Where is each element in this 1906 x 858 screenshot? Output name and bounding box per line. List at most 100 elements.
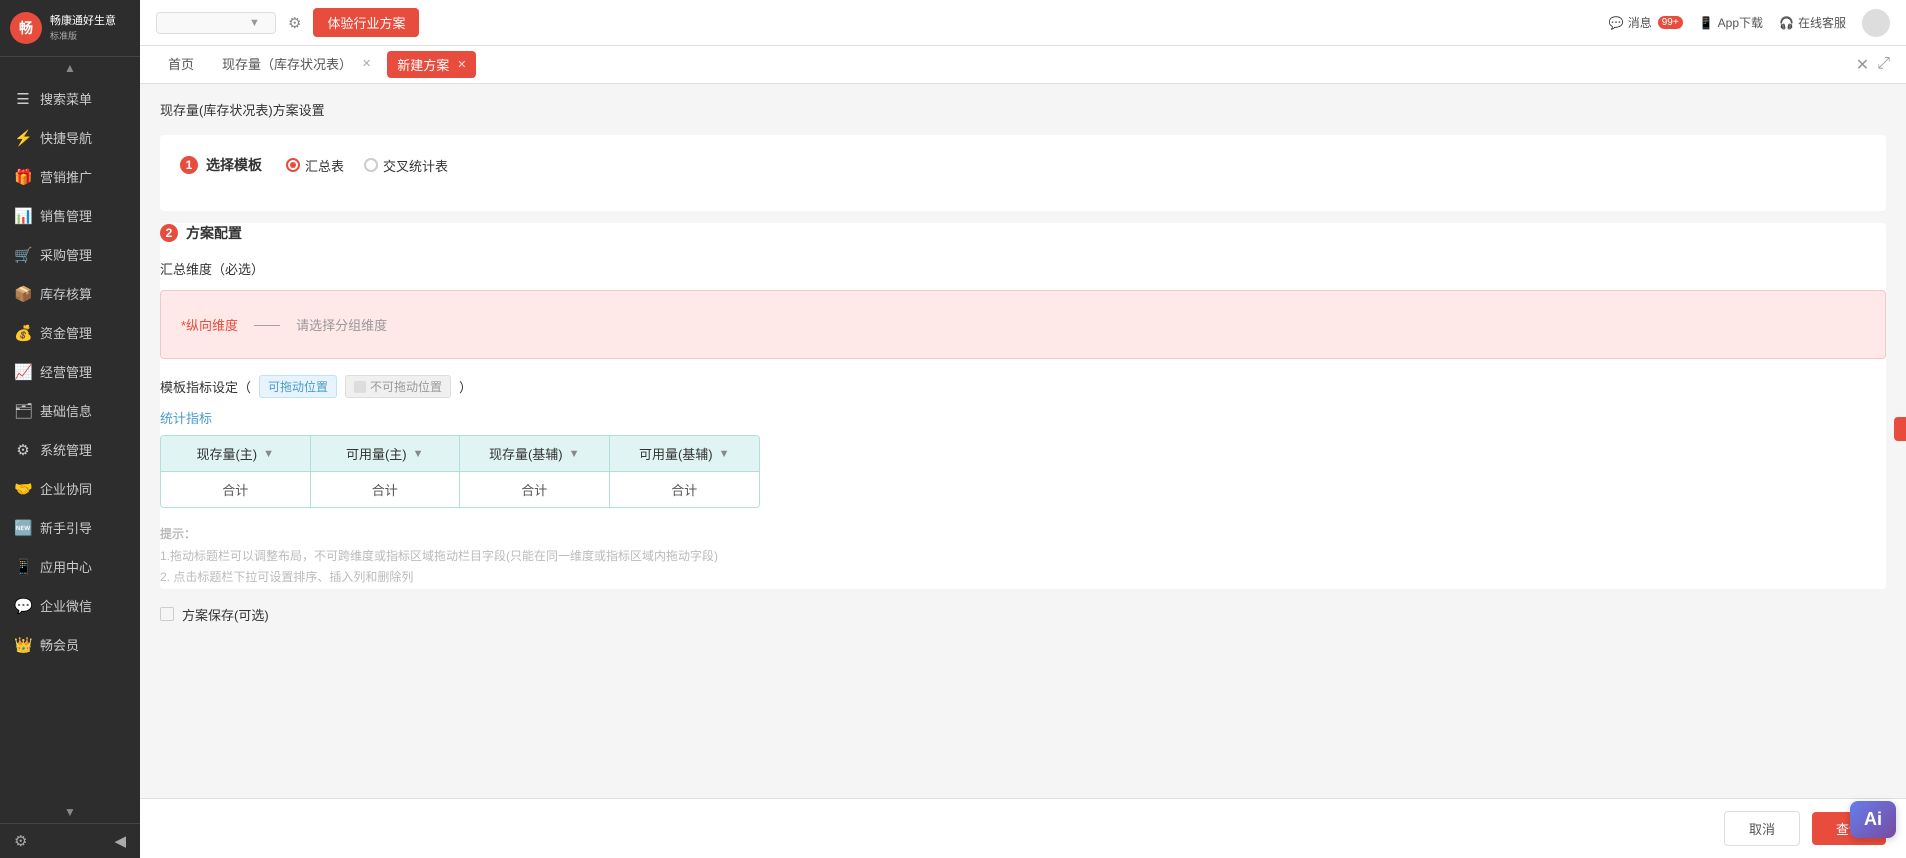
tab-inventory[interactable]: 现存量（库存状况表） ✕ [210,48,383,81]
section2-header: 2 方案配置 [160,223,1886,243]
tips-area: 提示： 1.拖动标题栏可以调整布局，不可跨维度或指标区域拖动栏目字段(只能在同一… [160,524,1886,589]
sidebar-item-appstore[interactable]: 📱 应用中心 [0,547,140,586]
collapse-icon[interactable]: ◀ [114,832,126,850]
save-area: 方案保存(可选) [160,605,1886,624]
app-edition: 标准版 [50,29,116,42]
sidebar-item-finance[interactable]: 💰 资金管理 [0,313,140,352]
sidebar-item-label: 资金管理 [40,323,92,342]
sidebar-item-collab[interactable]: 🤝 企业协同 [0,469,140,508]
sidebar-item-search[interactable]: ☰ 搜索菜单 [0,79,140,118]
sidebar-item-basic[interactable]: 🗂 基础信息 [0,391,140,430]
header-label-2: 现存量(基辅) [489,444,563,463]
sidebar-item-member[interactable]: 👑 畅会员 [0,625,140,664]
sidebar-item-label: 快捷导航 [40,128,92,147]
message-item[interactable]: 💬 消息 99+ [1609,14,1683,31]
sidebar-item-label: 应用中心 [40,557,92,576]
gear-icon[interactable]: ⚙ [288,14,301,32]
header-dropdown-2[interactable]: ▼ [569,448,580,460]
tab-home-label: 首页 [168,54,194,73]
tab-new-plan[interactable]: 新建方案 ✕ [387,51,476,78]
sidebar-item-label: 库存核算 [40,284,92,303]
header-cell-2[interactable]: 现存量(基辅) ▼ [460,436,610,471]
expand-panel-icon[interactable]: ⤢ [1877,55,1890,75]
header-cell-1[interactable]: 可用量(主) ▼ [311,436,461,471]
finance-icon: 💰 [14,324,32,342]
settings-icon[interactable]: ⚙ [14,832,27,850]
close-panel-icon[interactable]: ✕ [1856,55,1869,75]
header-cell-0[interactable]: 现存量(主) ▼ [161,436,311,471]
dimension-separator: —— [254,317,280,332]
indicator-settings: 模板指标设定（ 可拖动位置 不可拖动位置 ） 统计指标 现存量(主) ▼ [160,375,1886,589]
sidebar-item-inventory[interactable]: 📦 库存核算 [0,274,140,313]
user-avatar[interactable] [1862,9,1890,37]
stats-table: 现存量(主) ▼ 可用量(主) ▼ 现存量(基辅) ▼ 可用量(基辅) [160,435,760,508]
wechat-icon: 💬 [14,597,32,615]
marketing-icon: 🎁 [14,168,32,186]
stats-table-body: 合计 合计 合计 合计 [161,472,759,507]
online-service-item[interactable]: 🎧 在线客服 [1779,14,1846,31]
template-radio-group: 汇总表 交叉统计表 [286,156,448,175]
sidebar-item-management[interactable]: 📈 经营管理 [0,352,140,391]
inventory-icon: 📦 [14,285,32,303]
body-cell-0-2: 合计 [460,472,610,507]
header-cell-3[interactable]: 可用量(基辅) ▼ [610,436,760,471]
sidebar-logo: 畅 畅康通好生意 标准版 [0,0,140,57]
sidebar-scroll-up[interactable]: ▲ [0,57,140,79]
section2-title: 方案配置 [186,223,242,243]
tip-item-0: 1.拖动标题栏可以调整布局，不可跨维度或指标区域拖动栏目字段(只能在同一维度或指… [160,546,1886,568]
indicator-settings-label: 模板指标设定（ 可拖动位置 不可拖动位置 ） [160,375,1886,398]
search-input[interactable] [165,16,245,30]
search-dropdown-icon[interactable]: ▼ [249,17,260,29]
sidebar-item-label: 搜索菜单 [40,89,92,108]
dimension-label: 汇总维度（必选） [160,259,1886,278]
radio-cross-dot [364,158,378,172]
sidebar: 畅 畅康通好生意 标准版 ▲ ☰ 搜索菜单 ⚡ 快捷导航 🎁 营销推广 📊 销售… [0,0,140,858]
header-dropdown-0[interactable]: ▼ [263,448,274,460]
section-template: 1 选择模板 汇总表 交叉统计表 [160,135,1886,211]
app-download-item[interactable]: 📱 App下载 [1699,14,1763,31]
basic-info-icon: 🗂 [14,402,32,420]
sidebar-item-wechat[interactable]: 💬 企业微信 [0,586,140,625]
app-name: 畅康通好生意 [50,14,116,29]
sidebar-item-label: 企业协同 [40,479,92,498]
cancel-button[interactable]: 取消 [1724,811,1800,846]
message-label: 消息 [1628,14,1652,31]
topbar-right: 💬 消息 99+ 📱 App下载 🎧 在线客服 [1609,9,1890,37]
dimension-area[interactable]: *纵向维度 —— 请选择分组维度 [160,290,1886,359]
header-label-3: 可用量(基辅) [639,444,713,463]
radio-summary-dot [286,158,300,172]
body-cell-0-0: 合计 [161,472,311,507]
right-panel-tab[interactable] [1894,417,1906,441]
sidebar-item-quick[interactable]: ⚡ 快捷导航 [0,118,140,157]
save-checkbox[interactable] [160,607,174,621]
radio-cross[interactable]: 交叉统计表 [364,156,448,175]
sidebar-item-label: 基础信息 [40,401,92,420]
tab-inventory-close-icon[interactable]: ✕ [362,57,371,70]
indicator-label-close: ） [459,377,472,396]
ai-badge[interactable]: Ai [1850,801,1896,838]
non-draggable-badge: 不可拖动位置 [345,375,451,398]
tab-bar: 首页 现存量（库存状况表） ✕ 新建方案 ✕ ✕ ⤢ [140,46,1906,84]
industry-btn[interactable]: 体验行业方案 [313,8,419,37]
tab-new-plan-close-icon[interactable]: ✕ [457,58,466,71]
purchase-icon: 🛒 [14,246,32,264]
sidebar-item-marketing[interactable]: 🎁 营销推广 [0,157,140,196]
sidebar-scroll-down[interactable]: ▼ [0,801,140,823]
sidebar-item-system[interactable]: ⚙ 系统管理 [0,430,140,469]
sidebar-item-newbie[interactable]: 🆕 新手引导 [0,508,140,547]
tab-home[interactable]: 首页 [156,48,206,81]
topbar: ▼ ⚙ 体验行业方案 💬 消息 99+ 📱 App下载 🎧 在线客服 [140,0,1906,46]
sidebar-item-sales[interactable]: 📊 销售管理 [0,196,140,235]
app-logo-icon: 畅 [10,12,42,44]
radio-summary-label: 汇总表 [305,156,344,175]
section1-header: 1 选择模板 汇总表 交叉统计表 [180,155,1866,175]
sidebar-item-label: 采购管理 [40,245,92,264]
content-area: 现存量(库存状况表)方案设置 1 选择模板 汇总表 交叉统计表 [140,84,1906,798]
radio-summary[interactable]: 汇总表 [286,156,344,175]
sidebar-item-purchase[interactable]: 🛒 采购管理 [0,235,140,274]
header-dropdown-3[interactable]: ▼ [719,448,730,460]
phone-icon: 📱 [1699,16,1714,30]
header-dropdown-1[interactable]: ▼ [413,448,424,460]
topbar-search[interactable]: ▼ [156,12,276,34]
sidebar-item-label: 系统管理 [40,440,92,459]
